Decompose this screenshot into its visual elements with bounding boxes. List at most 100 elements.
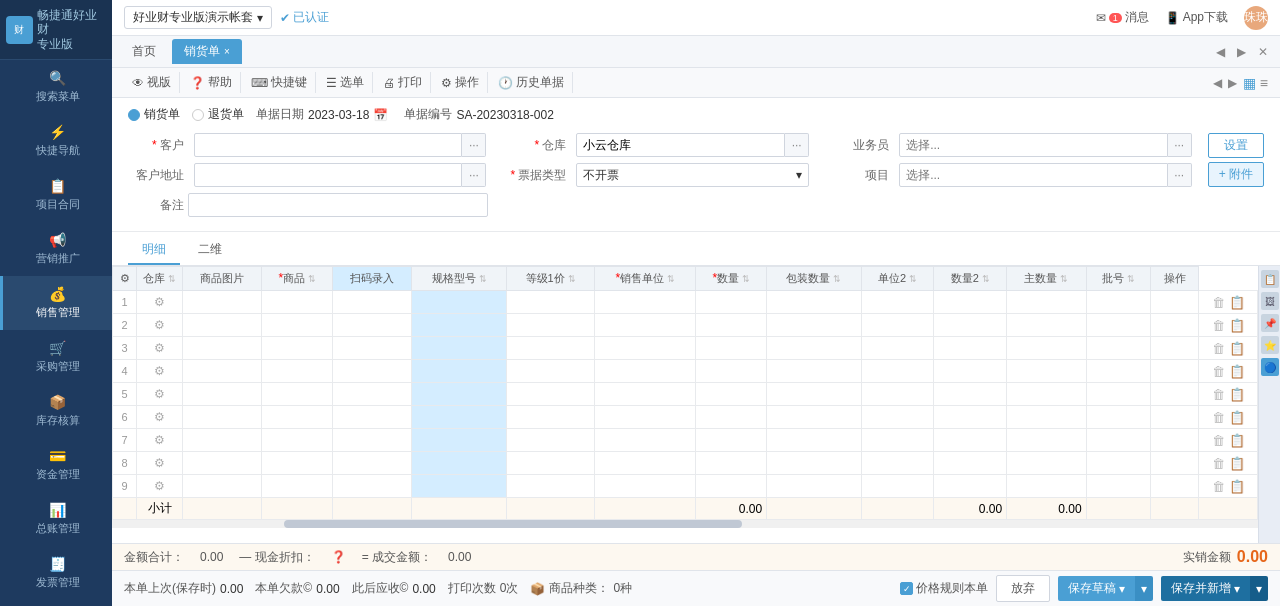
project-dots-button[interactable]: ···	[1168, 163, 1192, 187]
row-settings-icon[interactable]: ⚙	[154, 433, 165, 447]
right-panel-icon-1[interactable]: 📋	[1261, 270, 1279, 288]
copy-row-icon[interactable]: 📋	[1229, 433, 1245, 448]
sort-icon-pack_qty[interactable]: ⇅	[833, 274, 841, 284]
price-rule-checkbox[interactable]: ✓ 价格规则本单	[900, 580, 988, 597]
message-button[interactable]: ✉ 1 消息	[1096, 9, 1149, 26]
cell-price1[interactable]	[599, 316, 691, 334]
cell-pack_qty[interactable]	[866, 339, 930, 357]
close-window-icon[interactable]: ✕	[1254, 41, 1272, 63]
close-tab-icon[interactable]: ×	[224, 46, 230, 57]
right-panel-icon-4[interactable]: ⭐	[1261, 336, 1279, 354]
print-button[interactable]: 🖨 打印	[375, 72, 431, 93]
cell-import[interactable]	[416, 408, 502, 426]
toolbar-prev-icon[interactable]: ◀	[1213, 76, 1222, 90]
cell-goods[interactable]	[337, 408, 407, 426]
row-settings-icon[interactable]: ⚙	[154, 318, 165, 332]
delete-row-icon[interactable]: 🗑	[1212, 479, 1225, 494]
cell-main_qty[interactable]	[1091, 293, 1146, 311]
app-download-button[interactable]: 📱 App下载	[1165, 9, 1228, 26]
cell-main_qty[interactable]	[1091, 316, 1146, 334]
cell-import[interactable]	[416, 339, 502, 357]
cell-quantity[interactable]	[771, 454, 857, 472]
return-order-radio[interactable]: 退货单	[192, 106, 244, 123]
cell-quantity[interactable]	[771, 293, 857, 311]
cell-image[interactable]	[266, 431, 328, 449]
toolbar-next-icon[interactable]: ▶	[1228, 76, 1237, 90]
cell-qty2[interactable]	[1011, 362, 1081, 380]
row-settings-icon[interactable]: ⚙	[154, 341, 165, 355]
cell-batch[interactable]	[1155, 431, 1195, 449]
sort-icon-unit2[interactable]: ⇅	[909, 274, 917, 284]
cell-warehouse[interactable]	[187, 454, 257, 472]
cell-unit2[interactable]	[938, 477, 1002, 495]
cell-image[interactable]	[266, 477, 328, 495]
warehouse-dots-button[interactable]: ···	[785, 133, 809, 157]
cell-batch[interactable]	[1155, 477, 1195, 495]
cell-main_qty[interactable]	[1091, 454, 1146, 472]
copy-row-icon[interactable]: 📋	[1229, 341, 1245, 356]
sort-icon-goods[interactable]: ⇅	[308, 274, 316, 284]
cell-import[interactable]	[416, 477, 502, 495]
sidebar-item-quick[interactable]: ⚡快捷导航	[0, 114, 112, 168]
cell-sale_unit[interactable]	[700, 362, 762, 380]
cell-price1[interactable]	[599, 385, 691, 403]
cell-spec[interactable]	[511, 316, 590, 334]
select-button[interactable]: ☰ 选单	[318, 72, 373, 93]
cell-pack_qty[interactable]	[866, 477, 930, 495]
cell-image[interactable]	[266, 316, 328, 334]
cell-import[interactable]	[416, 293, 502, 311]
tab-2d[interactable]: 二维	[184, 236, 236, 265]
cell-import[interactable]	[416, 362, 502, 380]
operate-button[interactable]: ⚙ 操作	[433, 72, 488, 93]
abandon-button[interactable]: 放弃	[996, 575, 1050, 602]
cell-spec[interactable]	[511, 454, 590, 472]
cell-image[interactable]	[266, 339, 328, 357]
cell-warehouse[interactable]	[187, 385, 257, 403]
cell-sale_unit[interactable]	[700, 431, 762, 449]
sidebar-item-sales[interactable]: 💰销售管理	[0, 276, 112, 330]
cell-warehouse[interactable]	[187, 362, 257, 380]
user-avatar-button[interactable]: 珠珠	[1244, 6, 1268, 30]
right-panel-icon-3[interactable]: 📌	[1261, 314, 1279, 332]
save-draft-arrow-button[interactable]: ▾	[1135, 576, 1153, 601]
cell-main_qty[interactable]	[1091, 362, 1146, 380]
sort-icon-warehouse[interactable]: ⇅	[168, 274, 176, 284]
cell-qty2[interactable]	[1011, 385, 1081, 403]
cell-main_qty[interactable]	[1091, 477, 1146, 495]
horizontal-scrollbar[interactable]	[112, 520, 1258, 528]
save-new-arrow-button[interactable]: ▾	[1250, 576, 1268, 601]
ticket-select[interactable]: 不开票 ▾	[576, 163, 809, 187]
cell-pack_qty[interactable]	[866, 408, 930, 426]
cell-warehouse[interactable]	[187, 477, 257, 495]
save-new-button[interactable]: 保存并新增 ▾	[1161, 576, 1250, 601]
cell-image[interactable]	[266, 408, 328, 426]
view-button[interactable]: 👁 视版	[124, 72, 180, 93]
customer-input[interactable]	[194, 133, 462, 157]
cell-main_qty[interactable]	[1091, 385, 1146, 403]
cell-import[interactable]	[416, 385, 502, 403]
toolbar-list-icon[interactable]: ≡	[1260, 75, 1268, 91]
sidebar-item-project[interactable]: 📋项目合同	[0, 168, 112, 222]
delete-row-icon[interactable]: 🗑	[1212, 433, 1225, 448]
cell-price1[interactable]	[599, 362, 691, 380]
sidebar-item-inventory[interactable]: 📦库存核算	[0, 384, 112, 438]
scroll-thumb[interactable]	[284, 520, 742, 528]
sidebar-item-marketing[interactable]: 📢营销推广	[0, 222, 112, 276]
sidebar-item-invoice[interactable]: 🧾发票管理	[0, 546, 112, 600]
history-button[interactable]: 🕐 历史单据	[490, 72, 573, 93]
cell-sale_unit[interactable]	[700, 477, 762, 495]
cell-batch[interactable]	[1155, 454, 1195, 472]
cell-price1[interactable]	[599, 431, 691, 449]
cell-quantity[interactable]	[771, 431, 857, 449]
cell-spec[interactable]	[511, 477, 590, 495]
cell-price1[interactable]	[599, 339, 691, 357]
warehouse-input[interactable]	[576, 133, 785, 157]
cell-unit2[interactable]	[938, 316, 1002, 334]
cell-qty2[interactable]	[1011, 454, 1081, 472]
row-settings-icon[interactable]: ⚙	[154, 364, 165, 378]
cell-batch[interactable]	[1155, 362, 1195, 380]
cell-spec[interactable]	[511, 293, 590, 311]
cell-batch[interactable]	[1155, 385, 1195, 403]
cell-goods[interactable]	[337, 362, 407, 380]
cell-unit2[interactable]	[938, 408, 1002, 426]
